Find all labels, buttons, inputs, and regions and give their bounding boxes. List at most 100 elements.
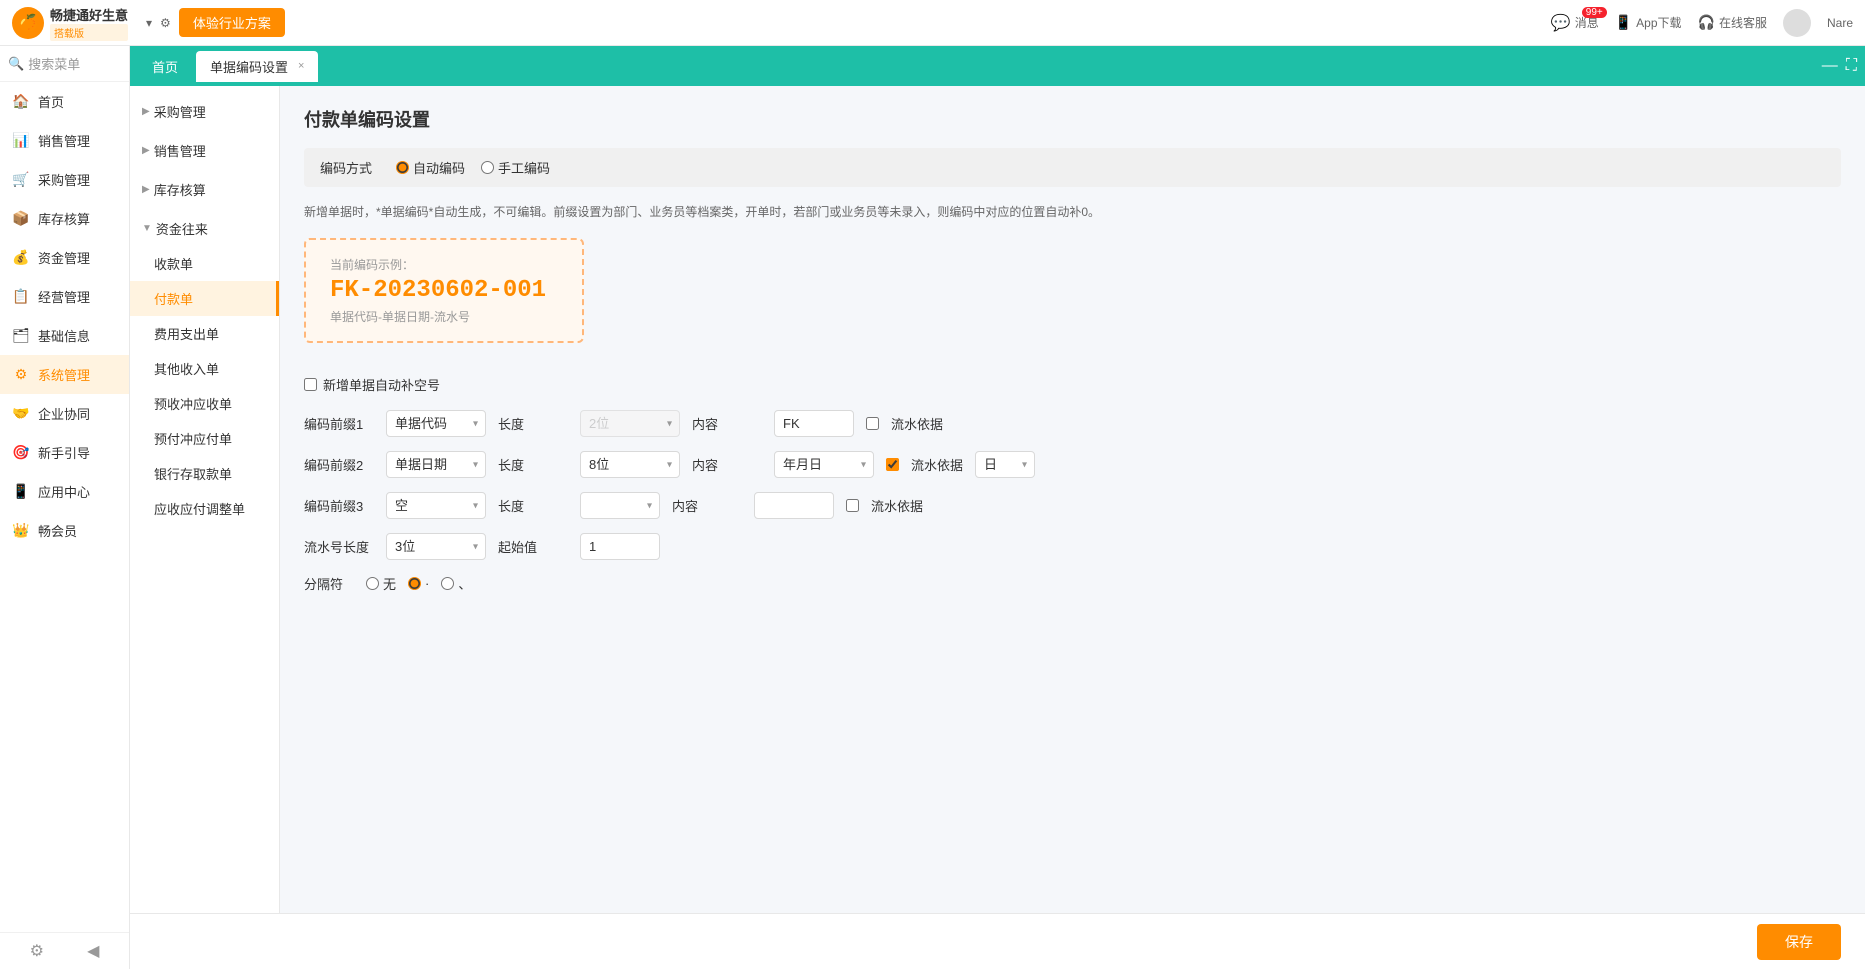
submenu-group-finance-title[interactable]: ▼ 资金往来 (130, 211, 279, 246)
prefix1-stream-checkbox[interactable] (866, 417, 879, 430)
start-value-input[interactable] (580, 533, 660, 560)
sidebar-item-purchase[interactable]: 🛒 采购管理 (0, 160, 129, 199)
prefix2-content-label: 内容 (692, 455, 762, 474)
prefix3-row: 编码前缀3 空 单据代码 单据日期 长度 内容 (304, 492, 1841, 519)
message-btn[interactable]: 💬 消息 99+ (1551, 13, 1599, 33)
home-icon: 🏠 (12, 93, 30, 111)
sep-none-radio[interactable] (366, 577, 379, 590)
sidebar-item-member[interactable]: 👑 畅会员 (0, 511, 129, 550)
prefix1-select-wrapper: 单据代码 空 (386, 410, 486, 437)
sidebar-collapse-icon[interactable]: ◀ (87, 941, 99, 961)
prefix2-length-select[interactable]: 8位 4位 6位 (580, 451, 680, 478)
sidebar-item-finance[interactable]: 💰 资金管理 (0, 238, 129, 277)
auto-fill-checkbox[interactable] (304, 378, 317, 391)
system-icon: ⚙ (12, 366, 30, 384)
submenu-item-advance-recv[interactable]: 预收冲应收单 (130, 386, 279, 421)
bottom-bar: 保存 (130, 913, 1865, 969)
sub-menu: ▶ 采购管理 ▶ 销售管理 ▶ 库存核算 (130, 86, 280, 913)
nav-dropdown-icon[interactable]: ▾ (146, 16, 152, 30)
tab-home[interactable]: 首页 (138, 51, 192, 82)
prefix2-stream-checkbox[interactable] (886, 458, 899, 471)
prefix3-label: 编码前缀3 (304, 496, 374, 515)
online-service-btn[interactable]: 🎧 在线客服 (1698, 14, 1767, 31)
auto-fill-label[interactable]: 新增单据自动补空号 (323, 375, 440, 394)
prefix2-content-wrapper: 年月日 年月 年 (774, 451, 874, 478)
prefix3-content-label: 内容 (672, 496, 742, 515)
page-content: ▶ 采购管理 ▶ 销售管理 ▶ 库存核算 (130, 86, 1865, 913)
submenu-item-bank[interactable]: 银行存取款单 (130, 456, 279, 491)
app-download-btn[interactable]: 📱 App下载 (1615, 14, 1682, 31)
tab-close-icon[interactable]: × (298, 60, 304, 72)
chevron-right-icon: ▶ (142, 106, 150, 117)
prefix2-day-select[interactable]: 日 月 年 (975, 451, 1035, 478)
prefix3-stream-checkbox[interactable] (846, 499, 859, 512)
app-logo: 🍊 畅捷通好生意 搭载版 (12, 5, 128, 41)
tab-active[interactable]: 单据编码设置 × (196, 51, 318, 82)
sidebar-settings-icon[interactable]: ⚙ (30, 941, 44, 961)
sep-none-radio-label[interactable]: 无 (366, 574, 396, 593)
submenu-group-inventory: ▶ 库存核算 (130, 172, 279, 207)
start-value-label: 起始值 (498, 537, 568, 556)
prefix1-label: 编码前缀1 (304, 414, 374, 433)
topbar-left: 🍊 畅捷通好生意 搭载版 ▾ ⚙ 体验行业方案 (12, 5, 285, 41)
industry-btn[interactable]: 体验行业方案 (179, 8, 285, 37)
sep-dot-radio[interactable] (408, 577, 421, 590)
submenu-group-inventory-title[interactable]: ▶ 库存核算 (130, 172, 279, 207)
sidebar-item-operation[interactable]: 📋 经营管理 (0, 277, 129, 316)
submenu-item-advance-pay[interactable]: 预付冲应付单 (130, 421, 279, 456)
sidebar-item-home[interactable]: 🏠 首页 (0, 82, 129, 121)
submenu-group-sales: ▶ 销售管理 (130, 133, 279, 168)
tab-bar: 首页 单据编码设置 × — ⛶ (130, 46, 1865, 86)
main-layout: 🔍 搜索菜单 🏠 首页 📊 销售管理 🛒 采购管理 📦 库存核算 💰 (0, 46, 1865, 969)
prefix1-length-wrapper: 2位 (580, 410, 680, 437)
auto-encode-radio[interactable] (396, 161, 409, 174)
prefix1-content-input[interactable] (774, 410, 854, 437)
topbar-nav: ▾ ⚙ (146, 16, 171, 30)
content-area: 首页 单据编码设置 × — ⛶ ▶ 采购管理 (130, 46, 1865, 969)
submenu-item-other-income[interactable]: 其他收入单 (130, 351, 279, 386)
save-button[interactable]: 保存 (1757, 924, 1841, 960)
sep-dash-radio[interactable] (441, 577, 454, 590)
prefix3-stream-label: 流水依据 (871, 496, 923, 515)
sidebar-item-coop[interactable]: 🤝 企业协同 (0, 394, 129, 433)
serial-length-row: 流水号长度 3位 4位 5位 6位 起始值 (304, 533, 1841, 560)
prefix2-content-select[interactable]: 年月日 年月 年 (774, 451, 874, 478)
sidebar-item-system[interactable]: ⚙ 系统管理 (0, 355, 129, 394)
submenu-item-payment[interactable]: 付款单 (130, 281, 279, 316)
prefix1-select[interactable]: 单据代码 空 (386, 410, 486, 437)
submenu-group-sales-title[interactable]: ▶ 销售管理 (130, 133, 279, 168)
newguide-icon: 🎯 (12, 444, 30, 462)
sidebar-search-btn[interactable]: 🔍 搜索菜单 (0, 46, 129, 82)
submenu-group-purchase-title[interactable]: ▶ 采购管理 (130, 94, 279, 129)
sidebar-item-inventory[interactable]: 📦 库存核算 (0, 199, 129, 238)
prefix1-length-label: 长度 (498, 414, 568, 433)
sep-dot-radio-label[interactable]: · (408, 576, 429, 591)
sidebar-item-appcenter[interactable]: 📱 应用中心 (0, 472, 129, 511)
prefix3-content-input[interactable] (754, 492, 834, 519)
prefix3-select[interactable]: 空 单据代码 单据日期 (386, 492, 486, 519)
sidebar-item-basic[interactable]: 🗂 基础信息 (0, 316, 129, 355)
manual-encode-radio[interactable] (481, 161, 494, 174)
manual-encode-radio-label[interactable]: 手工编码 (481, 158, 550, 177)
prefix2-select[interactable]: 单据日期 空 (386, 451, 486, 478)
tab-minimize-icon[interactable]: — (1822, 57, 1838, 75)
prefix2-stream-label: 流水依据 (911, 455, 963, 474)
prefix3-length-select[interactable] (580, 492, 660, 519)
topbar-right: 💬 消息 99+ 📱 App下载 🎧 在线客服 Nare (1551, 9, 1853, 37)
serial-length-select[interactable]: 3位 4位 5位 6位 (386, 533, 486, 560)
prefix1-length-select[interactable]: 2位 (580, 410, 680, 437)
sidebar-item-newguide[interactable]: 🎯 新手引导 (0, 433, 129, 472)
auto-encode-radio-label[interactable]: 自动编码 (396, 158, 465, 177)
prefix1-stream-label: 流水依据 (891, 414, 943, 433)
sidebar-item-sales[interactable]: 📊 销售管理 (0, 121, 129, 160)
separator-row: 分隔符 无 · 、 (304, 574, 1841, 593)
message-badge: 99+ (1582, 7, 1607, 18)
tab-fullscreen-icon[interactable]: ⛶ (1846, 57, 1857, 75)
sep-dash-radio-label[interactable]: 、 (441, 574, 471, 593)
submenu-item-receipt[interactable]: 收款单 (130, 246, 279, 281)
logo-text: 畅捷通好生意 搭载版 (50, 5, 128, 41)
user-avatar[interactable] (1783, 9, 1811, 37)
submenu-item-adjust[interactable]: 应收应付调整单 (130, 491, 279, 526)
submenu-item-expense[interactable]: 费用支出单 (130, 316, 279, 351)
nav-settings-icon[interactable]: ⚙ (160, 16, 171, 30)
